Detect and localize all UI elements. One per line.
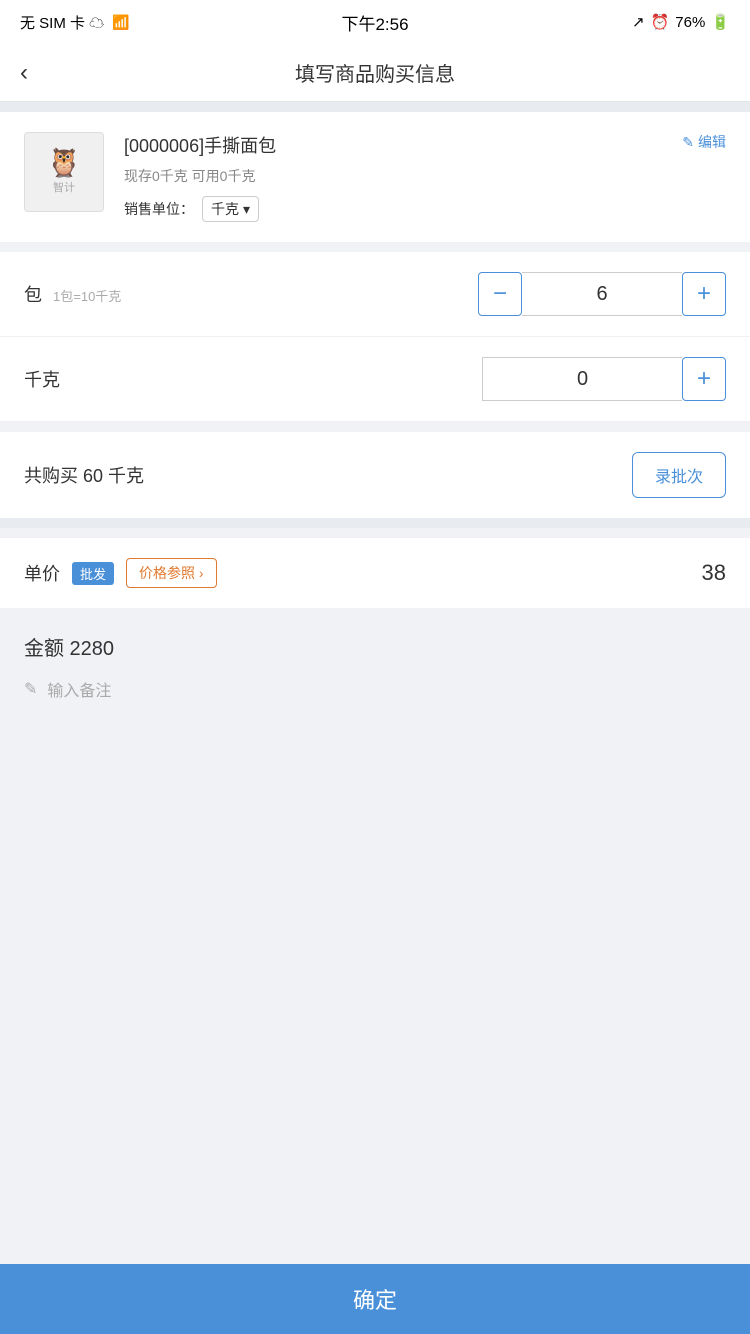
back-button[interactable]: ‹	[20, 59, 28, 87]
package-sub-text: 1包=10千克	[53, 289, 121, 304]
sim-label: 无 SIM 卡 ☁	[20, 12, 104, 33]
price-ref-button[interactable]: 价格参照 ›	[126, 558, 217, 588]
amount-full-text: 金额 2280	[24, 638, 114, 660]
product-card: 🦉 智计 [0000006]手撕面包 现存0千克 可用0千克 销售单位： 千克 …	[0, 112, 750, 242]
input-section: 包 1包=10千克 − + 千克 +	[0, 252, 750, 422]
package-qty-input[interactable]	[522, 272, 682, 316]
empty-space	[0, 717, 750, 1037]
thumb-label: 智计	[53, 179, 75, 195]
location-icon: ↗	[632, 13, 645, 31]
product-stock: 现存0千克 可用0千克	[124, 166, 726, 186]
total-text: 共购买 60 千克	[24, 462, 144, 488]
product-owl-icon: 🦉	[47, 149, 82, 177]
mid-divider	[0, 518, 750, 528]
top-divider	[0, 102, 750, 112]
battery-level: 76%	[675, 14, 705, 31]
status-bar: 无 SIM 卡 ☁ 📶 下午2:56 ↗ ⏰ 76% 🔋	[0, 0, 750, 44]
edit-label: 编辑	[698, 132, 726, 152]
product-name: [0000006]手撕面包	[124, 132, 726, 158]
kilogram-increment-button[interactable]: +	[682, 357, 726, 401]
pencil-icon: ✎	[24, 679, 37, 699]
unit-arrow: ▾	[243, 201, 250, 218]
package-decrement-button[interactable]: −	[478, 272, 522, 316]
wifi-icon: 📶	[112, 14, 129, 31]
kilogram-qty-input[interactable]	[482, 357, 682, 401]
unit-value: 千克	[211, 199, 239, 219]
unit-label: 销售单位：	[124, 199, 194, 219]
amount-row: 金额 2280	[24, 632, 726, 661]
alarm-icon: ⏰	[651, 13, 670, 31]
kilogram-label: 千克	[24, 366, 482, 392]
price-value: 38	[702, 560, 726, 586]
batch-button[interactable]: 录批次	[632, 452, 726, 498]
unit-select[interactable]: 千克 ▾	[202, 196, 259, 222]
package-label: 包 1包=10千克	[24, 281, 478, 307]
price-label: 单价	[24, 560, 60, 586]
page-title: 填写商品购买信息	[295, 58, 455, 87]
total-row: 共购买 60 千克 录批次	[0, 432, 750, 518]
price-tag: 批发	[72, 562, 114, 585]
battery-icon: 🔋	[711, 13, 730, 31]
status-time: 下午2:56	[341, 10, 408, 35]
amount-section: 金额 2280 ✎ 输入备注	[0, 608, 750, 717]
product-unit-row: 销售单位： 千克 ▾	[124, 196, 726, 222]
remark-row[interactable]: ✎ 输入备注	[24, 677, 726, 701]
edit-button[interactable]: ✎ 编辑	[682, 132, 726, 152]
package-increment-button[interactable]: +	[682, 272, 726, 316]
price-section: 单价 批发 价格参照 › 38	[0, 538, 750, 608]
package-label-text: 包	[24, 285, 42, 305]
status-left: 无 SIM 卡 ☁ 📶	[20, 12, 130, 33]
status-right: ↗ ⏰ 76% 🔋	[632, 13, 730, 31]
product-thumbnail: 🦉 智计	[24, 132, 104, 212]
kilogram-qty-control: +	[482, 357, 726, 401]
remark-placeholder: 输入备注	[47, 677, 111, 701]
package-qty-control: − +	[478, 272, 726, 316]
product-info: [0000006]手撕面包 现存0千克 可用0千克 销售单位： 千克 ▾	[124, 132, 726, 222]
confirm-button[interactable]: 确定	[0, 1264, 750, 1334]
edit-icon: ✎	[682, 134, 694, 151]
package-row: 包 1包=10千克 − +	[0, 252, 750, 337]
nav-bar: ‹ 填写商品购买信息	[0, 44, 750, 102]
kilogram-row: 千克 +	[0, 337, 750, 422]
